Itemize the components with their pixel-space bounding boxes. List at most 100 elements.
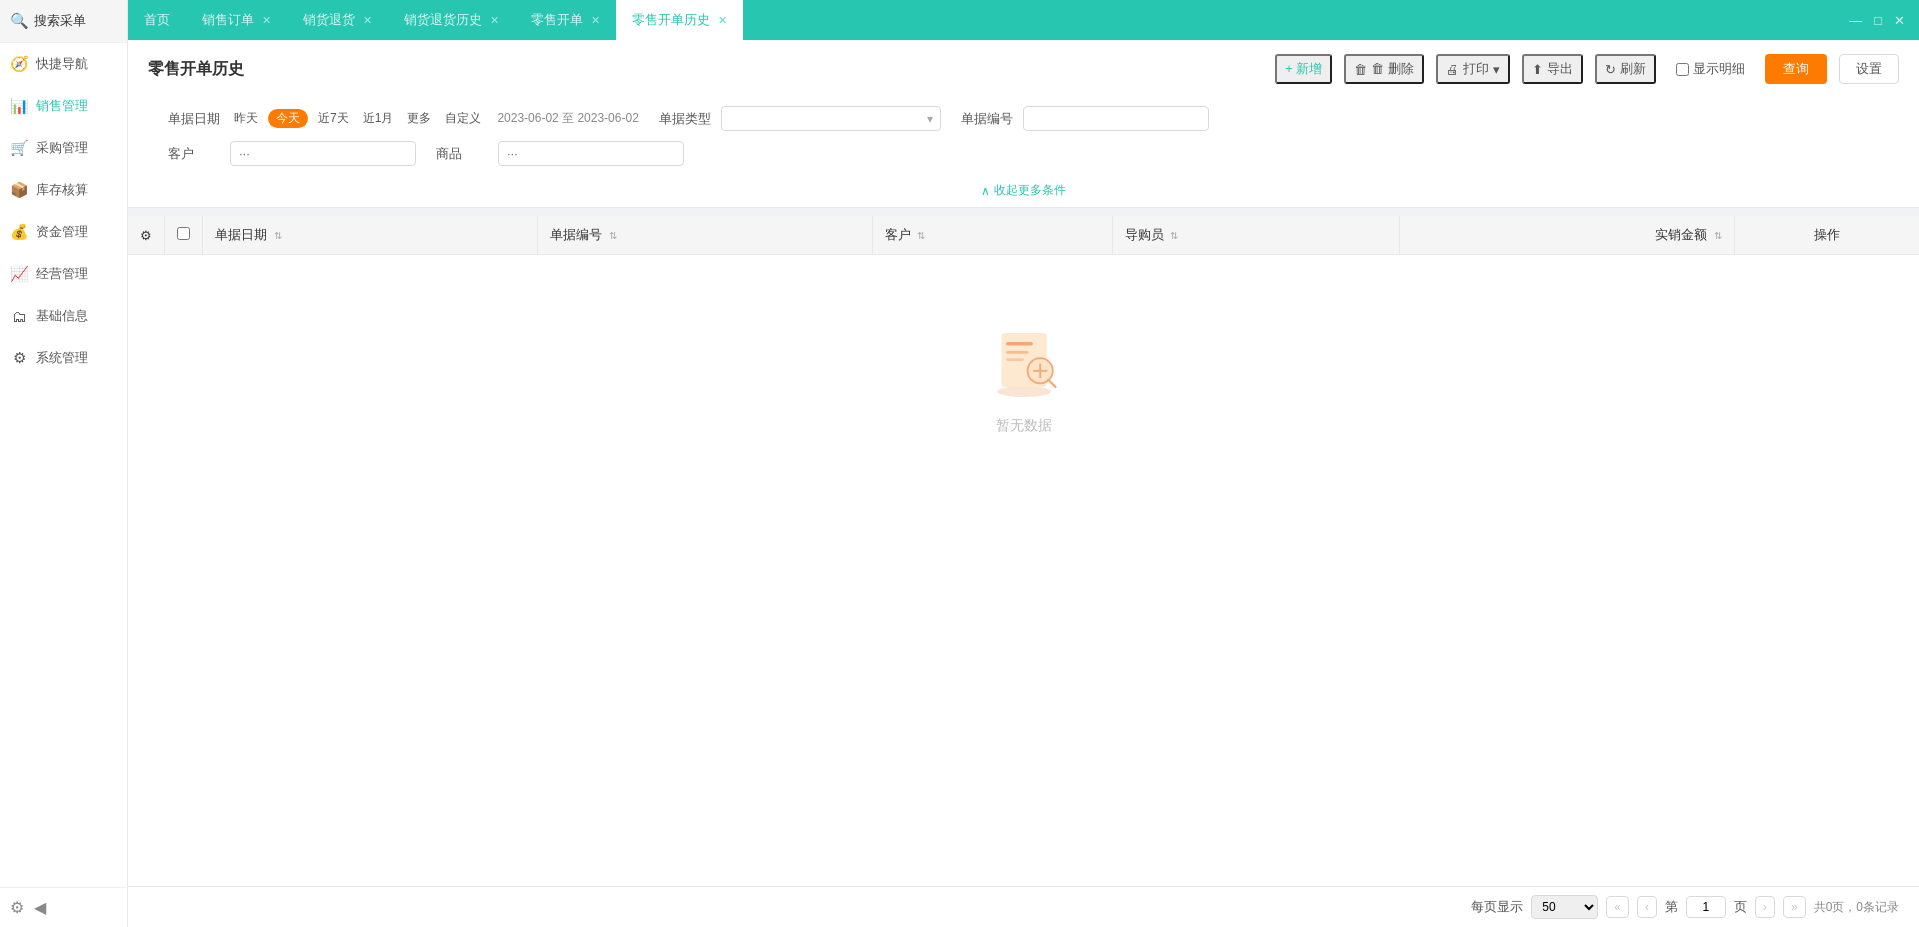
table-col-check[interactable] [165,216,203,255]
delete-label: 🗑 删除 [1371,60,1414,78]
sidebar-item-finance[interactable]: 💰 资金管理 [0,211,127,253]
query-button[interactable]: 查询 [1765,54,1827,84]
sidebar-item-sys-mgmt[interactable]: ⚙ 系统管理 [0,337,127,379]
filter-row-1: 单据日期 昨天 今天 近7天 近1月 更多 自定义 2023-06-02 至 2… [168,106,1879,131]
sys-mgmt-icon: ⚙ [10,349,28,367]
tab-retail-open-history-close[interactable]: ✕ [718,14,727,27]
finance-icon: 💰 [10,223,28,241]
sidebar-search[interactable]: 🔍 搜索采单 [0,0,127,43]
purchase-mgmt-icon: 🛒 [10,139,28,157]
doc-type-select[interactable] [721,106,941,131]
sidebar-item-quick-nav[interactable]: 🧭 快捷导航 [0,43,127,85]
per-page-select[interactable]: 10 20 50 100 [1531,895,1598,919]
print-arrow-icon: ▾ [1493,62,1500,77]
empty-text: 暂无数据 [996,417,1052,435]
last-page-button[interactable]: » [1783,896,1806,918]
tab-sales-return-history[interactable]: 销货退货历史 ✕ [388,0,515,40]
date-opt-7days[interactable]: 近7天 [314,109,353,128]
tab-retail-open-history-label: 零售开单历史 [632,11,710,29]
table-col-guide[interactable]: 导购员 ⇅ [1112,216,1399,255]
customer-input[interactable] [230,141,416,166]
export-icon: ⬆ [1532,62,1543,77]
collapse-label: 收起更多条件 [994,182,1066,199]
sidebar-item-sales-mgmt[interactable]: 📊 销售管理 [0,85,127,127]
table-col-date[interactable]: 单据日期 ⇅ [203,216,538,255]
sidebar-item-purchase-mgmt[interactable]: 🛒 采购管理 [0,127,127,169]
tab-sales-order-label: 销售订单 [202,11,254,29]
col-customer-label: 客户 [885,227,911,242]
table-col-customer[interactable]: 客户 ⇅ [872,216,1112,255]
sidebar-item-label-operations: 经营管理 [36,265,88,283]
print-button[interactable]: 🖨 打印 ▾ [1436,54,1510,84]
operations-icon: 📈 [10,265,28,283]
toolbar: + 新增 🗑 🗑 删除 🖨 打印 ▾ ⬆ 导出 [1275,54,1899,84]
page-title: 零售开单历史 [148,59,244,80]
export-button[interactable]: ⬆ 导出 [1522,54,1583,84]
date-opt-1month[interactable]: 近1月 [359,109,398,128]
refresh-button[interactable]: ↻ 刷新 [1595,54,1656,84]
date-opt-today[interactable]: 今天 [268,109,308,128]
table-col-amount[interactable]: 实销金额 ⇅ [1400,216,1735,255]
tab-sales-return[interactable]: 销货退货 ✕ [287,0,388,40]
show-detail-checkbox[interactable] [1676,63,1689,76]
window-maximize-button[interactable]: □ [1870,11,1886,30]
col-amount-sort-icon: ⇅ [1714,230,1722,241]
tab-retail-open-close[interactable]: ✕ [591,14,600,27]
tab-retail-open-label: 零售开单 [531,11,583,29]
empty-state-icon [979,315,1069,405]
tab-retail-open[interactable]: 零售开单 ✕ [515,0,616,40]
col-customer-sort-icon: ⇅ [917,230,925,241]
page-title-row: 零售开单历史 + 新增 🗑 🗑 删除 🖨 打印 ▾ ⬆ 导出 [148,54,1899,84]
tab-sales-return-history-close[interactable]: ✕ [490,14,499,27]
sidebar-item-operations[interactable]: 📈 经营管理 [0,253,127,295]
tab-sales-return-close[interactable]: ✕ [363,14,372,27]
delete-button[interactable]: 🗑 🗑 删除 [1344,54,1424,84]
sidebar-collapse-button[interactable]: ◀ [34,898,46,917]
settings-button[interactable]: 设置 [1839,54,1899,84]
date-opt-custom[interactable]: 自定义 [441,109,485,128]
filter-customer: 客户 [168,141,416,166]
quick-nav-icon: 🧭 [10,55,28,73]
date-opt-more[interactable]: 更多 [403,109,435,128]
window-minimize-button[interactable]: — [1845,11,1866,30]
svg-rect-4 [1006,358,1024,361]
sidebar-item-label-inventory: 库存核算 [36,181,88,199]
doc-num-label: 单据编号 [961,110,1015,128]
tab-retail-open-history[interactable]: 零售开单历史 ✕ [616,0,743,40]
doc-num-input[interactable] [1023,106,1209,131]
next-page-button[interactable]: › [1755,896,1775,918]
print-label: 打印 [1463,60,1489,78]
sidebar-item-inventory[interactable]: 📦 库存核算 [0,169,127,211]
sidebar-item-label-sys-mgmt: 系统管理 [36,349,88,367]
goods-input[interactable] [498,141,684,166]
sidebar-item-label-sales-mgmt: 销售管理 [36,97,88,115]
svg-rect-2 [1006,342,1033,346]
col-guide-sort-icon: ⇅ [1170,230,1178,241]
tab-sales-order[interactable]: 销售订单 ✕ [186,0,287,40]
table-col-gear[interactable]: ⚙ [128,216,165,255]
prev-page-button[interactable]: ‹ [1637,896,1657,918]
first-page-button[interactable]: « [1606,896,1629,918]
inventory-icon: 📦 [10,181,28,199]
filter-doc-type: 单据类型 [659,106,941,131]
window-close-button[interactable]: ✕ [1890,11,1909,30]
collapse-bar[interactable]: ∧ 收起更多条件 [168,176,1879,207]
tab-sales-order-close[interactable]: ✕ [262,14,271,27]
tab-home[interactable]: 首页 [128,0,186,40]
add-button[interactable]: + 新增 [1275,54,1332,84]
svg-point-0 [997,386,1051,397]
date-opt-yesterday[interactable]: 昨天 [230,109,262,128]
sidebar-item-base-info[interactable]: 🗂 基础信息 [0,295,127,337]
tab-sales-return-history-label: 销货退货历史 [404,11,482,29]
select-all-checkbox[interactable] [177,227,190,240]
sidebar: 🔍 搜索采单 🧭 快捷导航 📊 销售管理 🛒 采购管理 📦 库存核算 💰 资金管… [0,0,128,927]
show-detail-checkbox-label[interactable]: 显示明细 [1668,56,1753,82]
filter-doc-num: 单据编号 [961,106,1209,131]
topbar-window-controls: — □ ✕ [1845,11,1919,30]
show-detail-label: 显示明细 [1693,60,1745,78]
page-number-input[interactable] [1686,896,1726,918]
sidebar-settings-button[interactable]: ⚙ [10,898,24,917]
print-icon: 🖨 [1446,62,1459,77]
filter-goods: 商品 [436,141,684,166]
table-col-doc-num[interactable]: 单据编号 ⇅ [537,216,872,255]
